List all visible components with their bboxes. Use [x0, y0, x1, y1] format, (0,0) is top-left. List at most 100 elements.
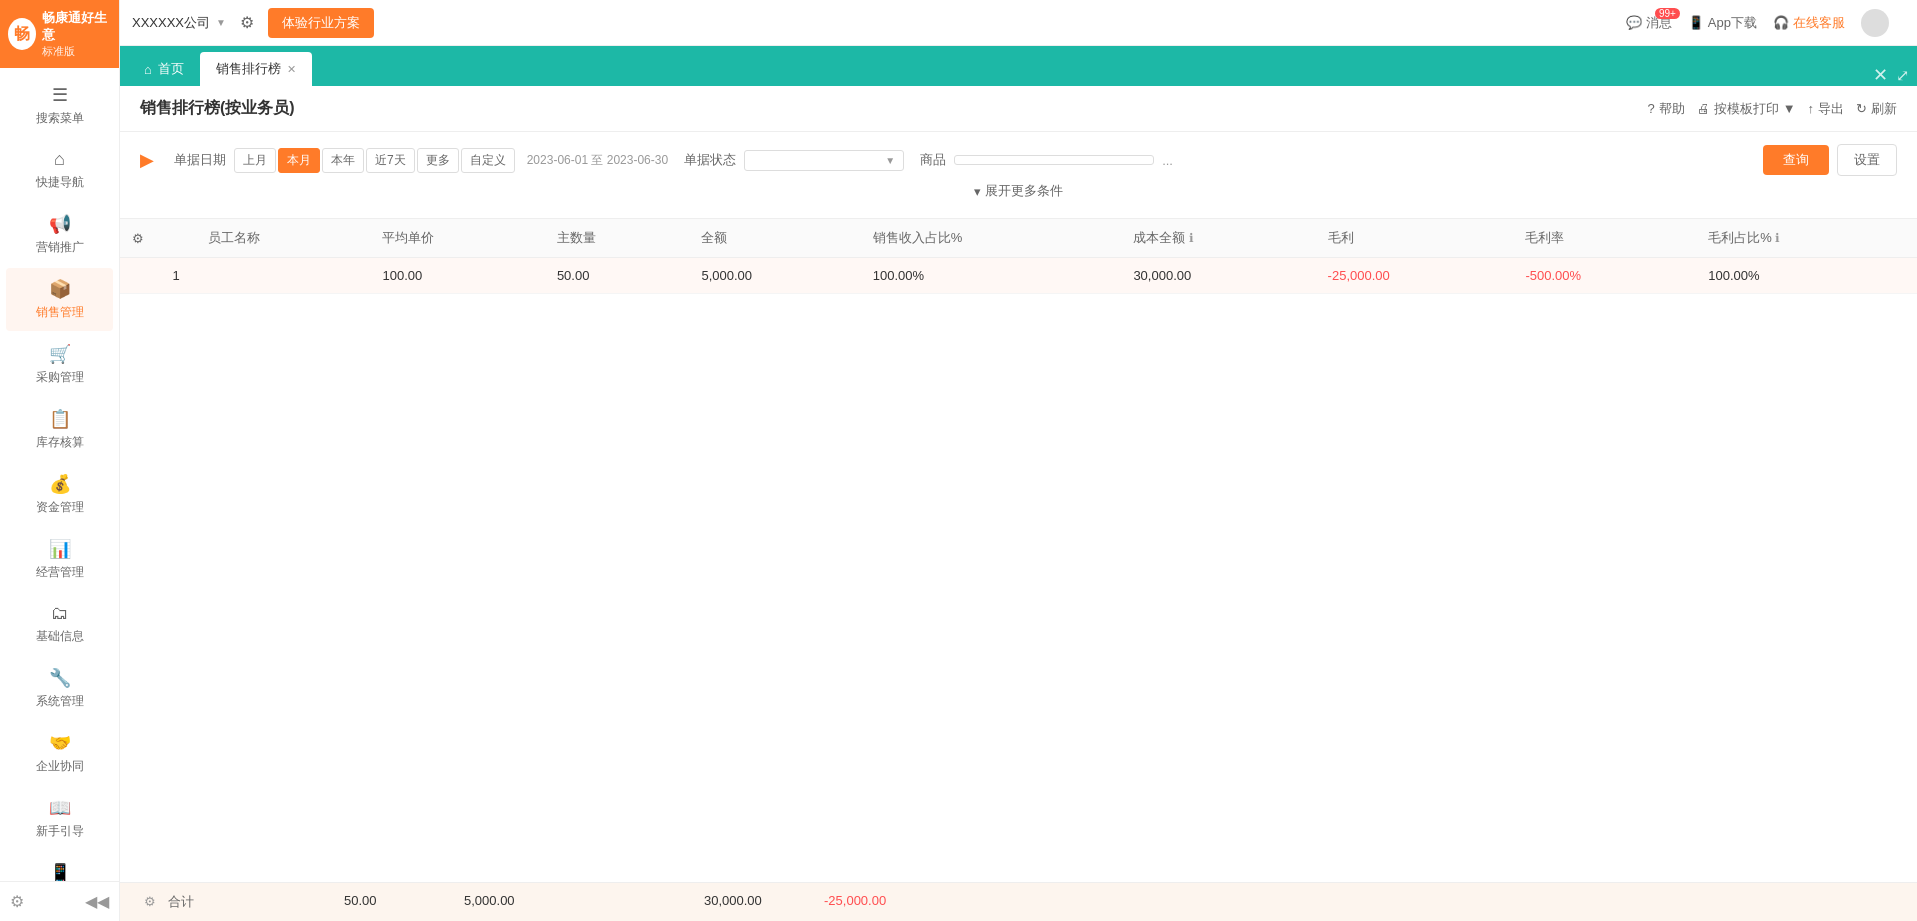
company-selector[interactable]: XXXXXX公司 ▼: [132, 14, 226, 32]
filter-actions: 查询 设置: [1763, 144, 1897, 176]
tab-sales-ranking[interactable]: 销售排行榜 ✕: [200, 52, 312, 86]
print-icon: 🖨: [1697, 101, 1710, 116]
status-filter: 单据状态 ▼: [684, 150, 904, 171]
template-print-btn[interactable]: 🖨 按模板打印 ▼: [1697, 100, 1796, 118]
phone-icon: 📱: [1688, 15, 1704, 30]
cost-help-icon[interactable]: ℹ: [1189, 231, 1194, 245]
date-range-text: 2023-06-01 至 2023-06-30: [527, 152, 668, 169]
app-download-btn[interactable]: 📱 App下载: [1688, 14, 1757, 32]
tab-close-icon[interactable]: ✕: [287, 63, 296, 76]
refresh-label: 刷新: [1871, 100, 1897, 118]
footer-total-label: 合计: [168, 894, 194, 909]
table-container: ⚙ 员工名称 平均单价 主数量 全额 销售收入占比% 成本全额 ℹ 毛利 毛利率…: [120, 219, 1917, 882]
export-btn[interactable]: ↑ 导出: [1808, 100, 1845, 118]
cell-sales-ratio: 100.00%: [861, 258, 1122, 294]
template-print-arrow-icon: ▼: [1783, 101, 1796, 116]
sidebar-item-basic-info[interactable]: 🗂 基础信息: [6, 593, 113, 655]
date-btn-custom[interactable]: 自定义: [461, 148, 515, 173]
footer-amount: 5,000.00: [464, 893, 515, 908]
sidebar-item-enterprise-collab[interactable]: 🤝 企业协同: [6, 722, 113, 785]
query-btn[interactable]: 查询: [1763, 145, 1829, 175]
app-center-icon: 📱: [49, 862, 71, 881]
goods-ellipsis[interactable]: ...: [1162, 153, 1173, 168]
support-btn[interactable]: 🎧 在线客服: [1773, 14, 1845, 32]
tab-sales-ranking-label: 销售排行榜: [216, 60, 281, 78]
trial-btn[interactable]: 体验行业方案: [268, 8, 374, 38]
content-area: 销售排行榜(按业务员) ? 帮助 🖨 按模板打印 ▼ ↑ 导出 ↻ 刷新: [120, 86, 1917, 921]
date-btn-last-month[interactable]: 上月: [234, 148, 276, 173]
sidebar-item-beginner-guide[interactable]: 📖 新手引导: [6, 787, 113, 850]
expand-more-btn[interactable]: ▾ 展开更多条件: [974, 182, 1063, 200]
sidebar-item-label: 新手引导: [36, 823, 84, 840]
sales-icon: 📦: [49, 278, 71, 300]
sidebar: 畅 畅康通好生意 标准版 ☰ 搜索菜单 ⌂ 快捷导航 📢 营销推广 📦 销售管理…: [0, 0, 120, 921]
sales-ranking-table: ⚙ 员工名称 平均单价 主数量 全额 销售收入占比% 成本全额 ℹ 毛利 毛利率…: [120, 219, 1917, 294]
filter-collapse-btn[interactable]: ▶: [140, 149, 154, 171]
date-btn-this-year[interactable]: 本年: [322, 148, 364, 173]
tabbar: ⌂ 首页 销售排行榜 ✕ ✕ ⤢: [120, 46, 1917, 86]
refresh-btn[interactable]: ↻ 刷新: [1856, 100, 1897, 118]
cell-gross-rate: -500.00%: [1513, 258, 1696, 294]
table-row: 1 100.00 50.00 5,000.00 100.00% 30,000.0…: [120, 258, 1917, 294]
sidebar-logo: 畅 畅康通好生意 标准版: [0, 0, 119, 68]
sidebar-item-inventory[interactable]: 📋 库存核算: [6, 398, 113, 461]
message-btn[interactable]: 💬 消息 99+: [1626, 14, 1672, 32]
sidebar-item-app-center[interactable]: 📱 应用中心: [6, 852, 113, 881]
refresh-icon: ↻: [1856, 101, 1867, 116]
basic-info-icon: 🗂: [51, 603, 69, 624]
tabbar-close-all-icon[interactable]: ✕: [1873, 64, 1888, 86]
goods-select[interactable]: [954, 155, 1154, 165]
footer-gear: ⚙: [144, 894, 156, 909]
footer-space-cell: [572, 893, 692, 911]
page-header: 销售排行榜(按业务员) ? 帮助 🖨 按模板打印 ▼ ↑ 导出 ↻ 刷新: [120, 86, 1917, 132]
status-select[interactable]: ▼: [744, 150, 904, 171]
user-avatar[interactable]: [1861, 9, 1889, 37]
page-title: 销售排行榜(按业务员): [140, 98, 295, 119]
date-btn-this-month[interactable]: 本月: [278, 148, 320, 173]
settings-btn[interactable]: 设置: [1837, 144, 1897, 176]
support-label: 在线客服: [1793, 14, 1845, 32]
sidebar-item-system[interactable]: 🔧 系统管理: [6, 657, 113, 720]
col-gear: ⚙: [120, 219, 156, 258]
sidebar-item-marketing[interactable]: 📢 营销推广: [6, 203, 113, 266]
topbar-settings-icon[interactable]: ⚙: [240, 13, 254, 32]
col-rank: [156, 219, 196, 258]
export-label: 导出: [1818, 100, 1844, 118]
footer-row: ⚙ 合计 50.00 5,000.00 30,000.00 -25,000.00: [132, 893, 1905, 911]
message-icon: 💬: [1626, 15, 1642, 30]
filter-row-1: ▶ 单据日期 上月 本月 本年 近7天 更多 自定义 2023-06-01 至 …: [140, 144, 1897, 176]
sidebar-collapse-icon[interactable]: ◀◀: [85, 892, 109, 911]
sidebar-item-label: 库存核算: [36, 434, 84, 451]
date-btn-more[interactable]: 更多: [417, 148, 459, 173]
tab-home[interactable]: ⌂ 首页: [128, 52, 200, 86]
inventory-icon: 📋: [49, 408, 71, 430]
date-btn-group: 上月 本月 本年 近7天 更多 自定义: [234, 148, 515, 173]
edition-label: 标准版: [42, 44, 111, 58]
date-btn-last-7-days[interactable]: 近7天: [366, 148, 415, 173]
filter-expand-row: ▾ 展开更多条件: [140, 176, 1897, 206]
company-dropdown-icon: ▼: [216, 17, 226, 28]
gross-ratio-help-icon[interactable]: ℹ: [1775, 231, 1780, 245]
cell-amount: 5,000.00: [689, 258, 860, 294]
sidebar-item-operations[interactable]: 📊 经营管理: [6, 528, 113, 591]
sidebar-item-sales[interactable]: 📦 销售管理: [6, 268, 113, 331]
sidebar-item-purchase[interactable]: 🛒 采购管理: [6, 333, 113, 396]
footer-label-cell: ⚙ 合计: [132, 893, 332, 911]
sidebar-item-quick-nav[interactable]: ⌂ 快捷导航: [6, 139, 113, 201]
help-icon: ?: [1647, 101, 1654, 116]
sidebar-item-finance[interactable]: 💰 资金管理: [6, 463, 113, 526]
sidebar-item-label: 资金管理: [36, 499, 84, 516]
footer-qty-cell: 50.00: [332, 893, 452, 911]
logo-icon: 畅: [8, 18, 36, 50]
status-label: 单据状态: [684, 151, 736, 169]
help-btn[interactable]: ? 帮助: [1647, 100, 1684, 118]
footer-cost-cell: 30,000.00: [692, 893, 812, 911]
sidebar-settings-icon[interactable]: ⚙: [10, 892, 24, 911]
col-cost: 成本全额 ℹ: [1121, 219, 1315, 258]
headset-icon: 🎧: [1773, 15, 1789, 30]
sidebar-item-label: 经营管理: [36, 564, 84, 581]
tabbar-fullscreen-icon[interactable]: ⤢: [1896, 66, 1909, 85]
sidebar-item-search-order[interactable]: ☰ 搜索菜单: [6, 74, 113, 137]
col-sales-ratio: 销售收入占比%: [861, 219, 1122, 258]
chevron-down-icon: ▾: [974, 184, 981, 199]
